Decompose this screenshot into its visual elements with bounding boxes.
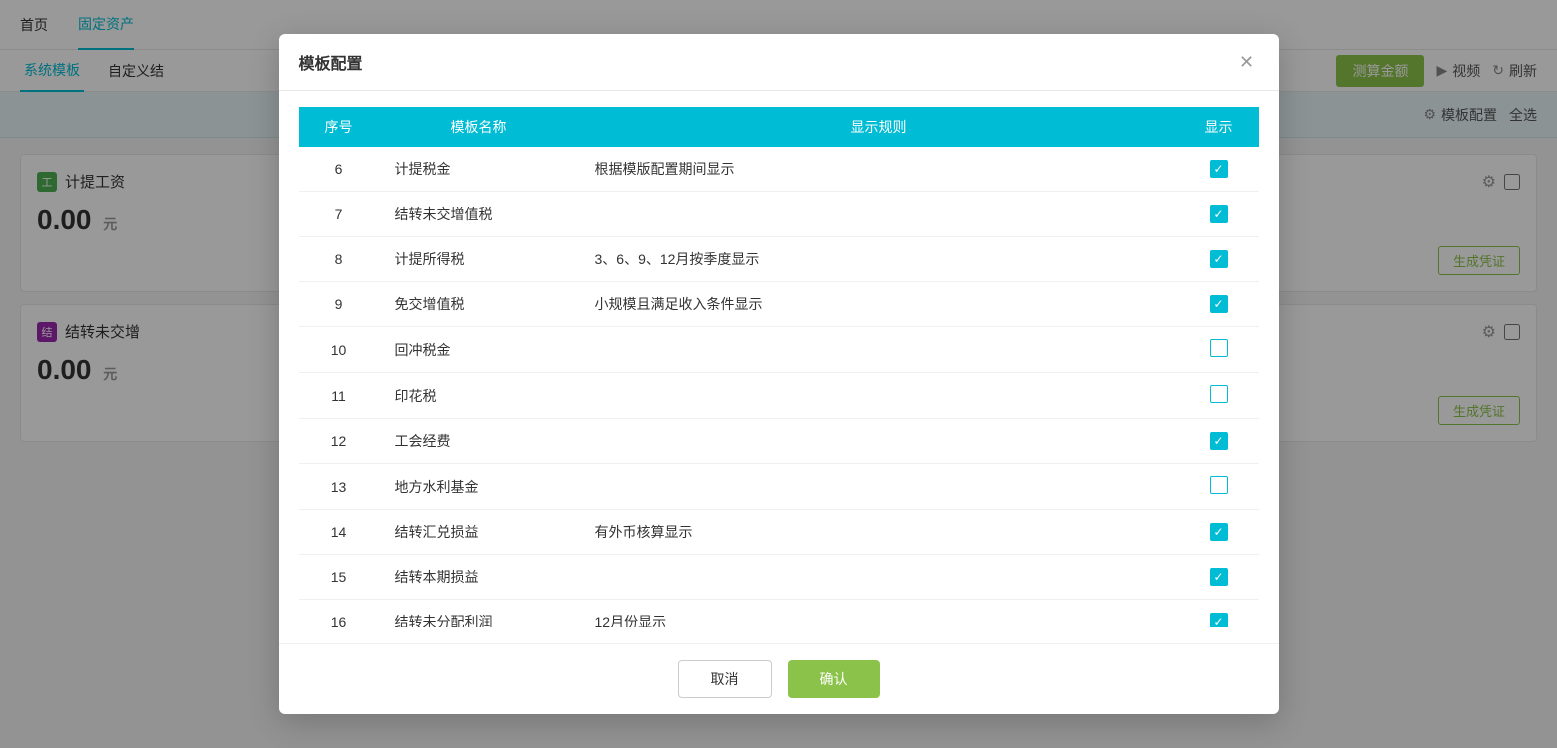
cell-id: 16 bbox=[299, 600, 379, 628]
cell-rule: 小规模且满足收入条件显示 bbox=[579, 282, 1179, 327]
cell-name: 计提税金 bbox=[379, 147, 579, 192]
cell-checkbox[interactable] bbox=[1179, 282, 1259, 327]
cell-rule bbox=[579, 373, 1179, 419]
cell-rule: 12月份显示 bbox=[579, 600, 1179, 628]
cell-name: 工会经费 bbox=[379, 419, 579, 464]
cell-checkbox[interactable] bbox=[1179, 192, 1259, 237]
table-row: 6计提税金根据模版配置期间显示 bbox=[299, 147, 1259, 192]
dialog-close-button[interactable]: ✕ bbox=[1235, 50, 1259, 74]
cell-id: 10 bbox=[299, 327, 379, 373]
cell-id: 14 bbox=[299, 510, 379, 555]
row-checkbox-8[interactable] bbox=[1210, 250, 1228, 268]
template-table: 序号 模板名称 显示规则 显示 6计提税金根据模版配置期间显示7结转未交增值税8… bbox=[299, 107, 1259, 627]
cell-id: 13 bbox=[299, 464, 379, 510]
cell-id: 8 bbox=[299, 237, 379, 282]
cell-rule: 3、6、9、12月按季度显示 bbox=[579, 237, 1179, 282]
row-checkbox-6[interactable] bbox=[1210, 160, 1228, 178]
table-row: 16结转未分配利润12月份显示 bbox=[299, 600, 1259, 628]
table-row: 14结转汇兑损益有外币核算显示 bbox=[299, 510, 1259, 555]
cell-id: 15 bbox=[299, 555, 379, 600]
modal-overlay: 模板配置 ✕ 序号 模板名称 显示规则 显示 6计提税金根据模版配置期间显 bbox=[0, 0, 1557, 748]
cell-rule bbox=[579, 555, 1179, 600]
cell-name: 结转汇兑损益 bbox=[379, 510, 579, 555]
cell-name: 免交增值税 bbox=[379, 282, 579, 327]
cell-checkbox[interactable] bbox=[1179, 464, 1259, 510]
cell-name: 结转未分配利润 bbox=[379, 600, 579, 628]
cell-checkbox[interactable] bbox=[1179, 327, 1259, 373]
cell-checkbox[interactable] bbox=[1179, 600, 1259, 628]
cell-rule: 根据模版配置期间显示 bbox=[579, 147, 1179, 192]
row-checkbox-12[interactable] bbox=[1210, 432, 1228, 450]
table-row: 8计提所得税3、6、9、12月按季度显示 bbox=[299, 237, 1259, 282]
row-checkbox-7[interactable] bbox=[1210, 205, 1228, 223]
cell-name: 地方水利基金 bbox=[379, 464, 579, 510]
cell-rule: 有外币核算显示 bbox=[579, 510, 1179, 555]
cell-name: 印花税 bbox=[379, 373, 579, 419]
col-header-id: 序号 bbox=[299, 107, 379, 147]
cell-rule bbox=[579, 192, 1179, 237]
table-row: 9免交增值税小规模且满足收入条件显示 bbox=[299, 282, 1259, 327]
row-checkbox-14[interactable] bbox=[1210, 523, 1228, 541]
table-row: 11印花税 bbox=[299, 373, 1259, 419]
cell-checkbox[interactable] bbox=[1179, 555, 1259, 600]
col-header-display: 显示 bbox=[1179, 107, 1259, 147]
cell-id: 11 bbox=[299, 373, 379, 419]
dialog-body: 序号 模板名称 显示规则 显示 6计提税金根据模版配置期间显示7结转未交增值税8… bbox=[279, 91, 1279, 643]
cell-name: 结转未交增值税 bbox=[379, 192, 579, 237]
table-row: 13地方水利基金 bbox=[299, 464, 1259, 510]
confirm-button[interactable]: 确认 bbox=[788, 660, 880, 698]
cancel-button[interactable]: 取消 bbox=[678, 660, 772, 698]
cell-name: 回冲税金 bbox=[379, 327, 579, 373]
cell-id: 12 bbox=[299, 419, 379, 464]
col-header-name: 模板名称 bbox=[379, 107, 579, 147]
cell-name: 计提所得税 bbox=[379, 237, 579, 282]
row-checkbox-10[interactable] bbox=[1210, 339, 1228, 357]
dialog-footer: 取消 确认 bbox=[279, 643, 1279, 714]
cell-rule bbox=[579, 327, 1179, 373]
dialog-title: 模板配置 bbox=[299, 50, 363, 74]
table-row: 12工会经费 bbox=[299, 419, 1259, 464]
row-checkbox-11[interactable] bbox=[1210, 385, 1228, 403]
cell-id: 9 bbox=[299, 282, 379, 327]
row-checkbox-15[interactable] bbox=[1210, 568, 1228, 586]
table-row: 7结转未交增值税 bbox=[299, 192, 1259, 237]
cell-id: 7 bbox=[299, 192, 379, 237]
table-row: 10回冲税金 bbox=[299, 327, 1259, 373]
row-checkbox-16[interactable] bbox=[1210, 613, 1228, 627]
row-checkbox-9[interactable] bbox=[1210, 295, 1228, 313]
cell-checkbox[interactable] bbox=[1179, 237, 1259, 282]
col-header-rule: 显示规则 bbox=[579, 107, 1179, 147]
cell-checkbox[interactable] bbox=[1179, 419, 1259, 464]
dialog-scroll-area[interactable]: 序号 模板名称 显示规则 显示 6计提税金根据模版配置期间显示7结转未交增值税8… bbox=[299, 107, 1259, 627]
cell-checkbox[interactable] bbox=[1179, 510, 1259, 555]
cell-checkbox[interactable] bbox=[1179, 373, 1259, 419]
cell-rule bbox=[579, 419, 1179, 464]
dialog-template-config: 模板配置 ✕ 序号 模板名称 显示规则 显示 6计提税金根据模版配置期间显 bbox=[279, 34, 1279, 714]
cell-name: 结转本期损益 bbox=[379, 555, 579, 600]
cell-checkbox[interactable] bbox=[1179, 147, 1259, 192]
table-row: 15结转本期损益 bbox=[299, 555, 1259, 600]
row-checkbox-13[interactable] bbox=[1210, 476, 1228, 494]
cell-rule bbox=[579, 464, 1179, 510]
dialog-header: 模板配置 ✕ bbox=[279, 34, 1279, 91]
cell-id: 6 bbox=[299, 147, 379, 192]
